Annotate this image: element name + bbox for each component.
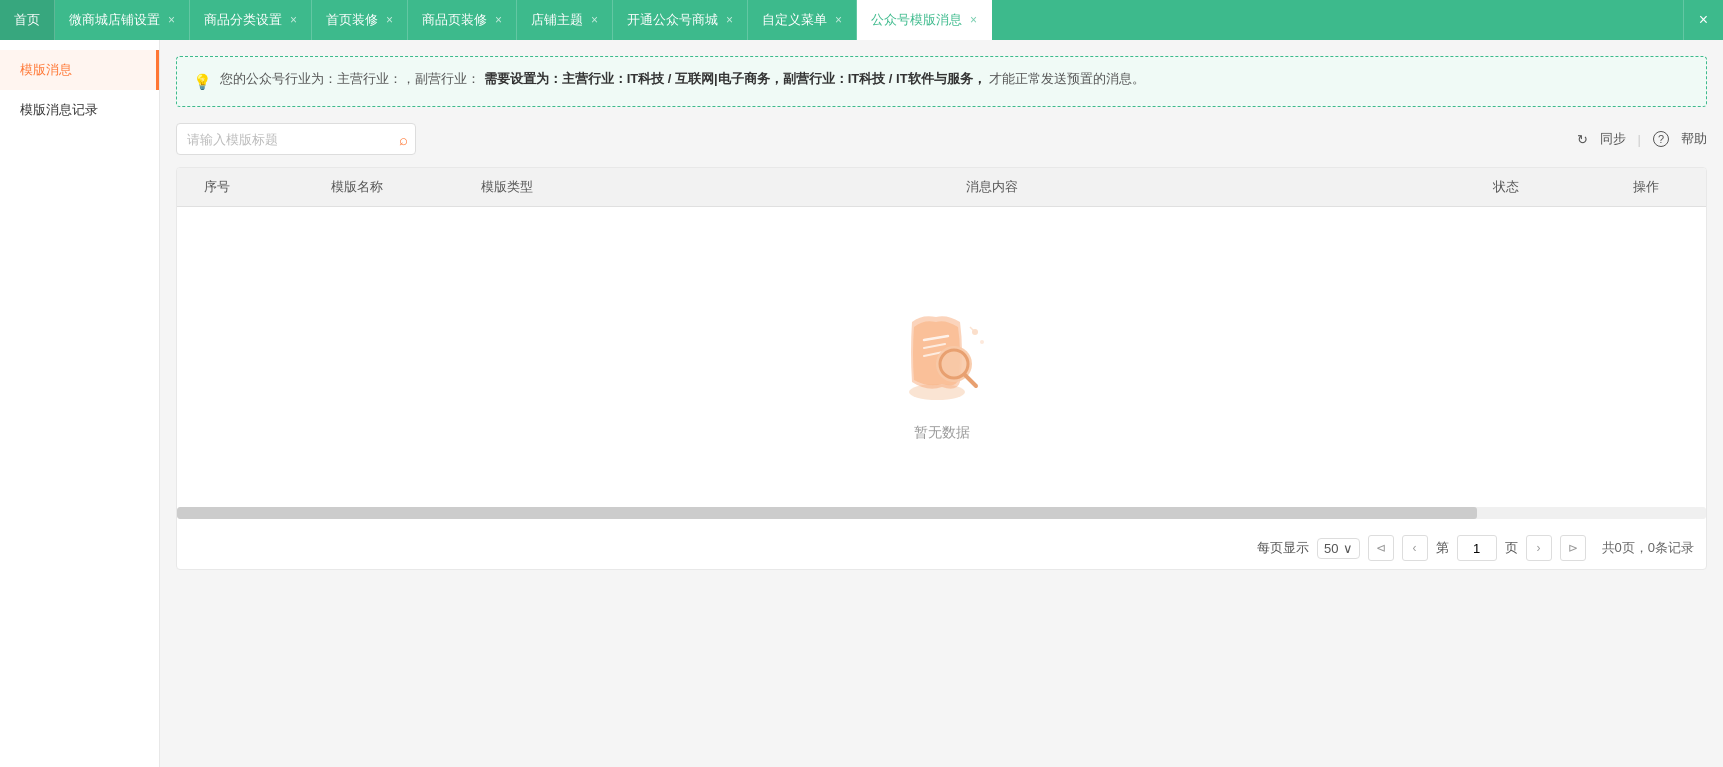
col-header-action: 操作 bbox=[1586, 168, 1706, 206]
table-body-empty: 暂无数据 bbox=[177, 207, 1706, 507]
page-di-label: 第 bbox=[1436, 539, 1449, 557]
close-all-button[interactable]: × bbox=[1683, 0, 1723, 40]
page-number-input[interactable] bbox=[1457, 535, 1497, 561]
help-icon: ? bbox=[1653, 131, 1669, 147]
search-input[interactable] bbox=[176, 123, 416, 155]
page-size-select[interactable]: 50 ∨ bbox=[1317, 538, 1359, 559]
chevron-down-icon: ∨ bbox=[1343, 541, 1353, 556]
nav-tab-store-settings[interactable]: 微商城店铺设置 × bbox=[55, 0, 190, 40]
close-icon[interactable]: × bbox=[495, 13, 502, 27]
nav-tab-menu[interactable]: 自定义菜单 × bbox=[748, 0, 857, 40]
pagination: 每页显示 50 ∨ ⊲ ‹ 第 页 › ⊳ 共0页，0条记录 bbox=[177, 527, 1706, 569]
close-icon[interactable]: × bbox=[386, 13, 393, 27]
nav-tab-theme[interactable]: 店铺主题 × bbox=[517, 0, 613, 40]
sidebar-item-template-msg[interactable]: 模版消息 bbox=[0, 50, 159, 90]
col-header-name: 模版名称 bbox=[257, 168, 457, 206]
notice-box: 💡 您的公众号行业为：主营行业：，副营行业： 需要设置为：主营行业：IT科技 /… bbox=[176, 56, 1707, 107]
col-header-content: 消息内容 bbox=[557, 168, 1426, 206]
notice-icon: 💡 bbox=[193, 70, 212, 94]
nav-tab-home[interactable]: 首页 bbox=[0, 0, 55, 40]
col-header-type: 模版类型 bbox=[457, 168, 557, 206]
close-icon[interactable]: × bbox=[835, 13, 842, 27]
nav-tab-product-decor[interactable]: 商品页装修 × bbox=[408, 0, 517, 40]
search-actions: ↻ 同步 | ? 帮助 bbox=[1577, 130, 1707, 148]
search-bar: ⌕ ↻ 同步 | ? 帮助 bbox=[176, 123, 1707, 155]
search-input-wrap: ⌕ bbox=[176, 123, 416, 155]
nav-tab-home-decor[interactable]: 首页装修 × bbox=[312, 0, 408, 40]
empty-illustration bbox=[882, 292, 1002, 412]
first-page-button[interactable]: ⊲ bbox=[1368, 535, 1394, 561]
close-icon[interactable]: × bbox=[168, 13, 175, 27]
sync-button[interactable]: 同步 bbox=[1600, 130, 1626, 148]
notice-text: 您的公众号行业为：主营行业：，副营行业： 需要设置为：主营行业：IT科技 / 互… bbox=[220, 69, 1145, 90]
nav-tab-mall[interactable]: 开通公众号商城 × bbox=[613, 0, 748, 40]
close-icon[interactable]: × bbox=[726, 13, 733, 27]
last-page-button[interactable]: ⊳ bbox=[1560, 535, 1586, 561]
page-label: 页 bbox=[1505, 539, 1518, 557]
nav-tab-template-msg[interactable]: 公众号模版消息 × bbox=[857, 0, 992, 40]
table-header: 序号 模版名称 模版类型 消息内容 状态 操作 bbox=[177, 168, 1706, 207]
col-header-seq: 序号 bbox=[177, 168, 257, 206]
scrollbar-thumb[interactable] bbox=[177, 507, 1477, 519]
horizontal-scrollbar[interactable] bbox=[177, 507, 1706, 519]
total-info: 共0页，0条记录 bbox=[1602, 539, 1694, 557]
col-header-status: 状态 bbox=[1426, 168, 1586, 206]
nav-tab-category[interactable]: 商品分类设置 × bbox=[190, 0, 312, 40]
close-icon[interactable]: × bbox=[970, 13, 977, 27]
svg-line-9 bbox=[970, 327, 973, 330]
sidebar: 模版消息 模版消息记录 bbox=[0, 40, 160, 767]
data-table: 序号 模版名称 模版类型 消息内容 状态 操作 bbox=[176, 167, 1707, 570]
next-page-button[interactable]: › bbox=[1526, 535, 1552, 561]
top-nav: 首页 微商城店铺设置 × 商品分类设置 × 首页装修 × 商品页装修 × 店铺主… bbox=[0, 0, 1723, 40]
help-button[interactable]: 帮助 bbox=[1681, 130, 1707, 148]
main-layout: 模版消息 模版消息记录 💡 您的公众号行业为：主营行业：，副营行业： 需要设置为… bbox=[0, 40, 1723, 767]
close-icon[interactable]: × bbox=[591, 13, 598, 27]
svg-point-8 bbox=[980, 340, 984, 344]
search-icon[interactable]: ⌕ bbox=[399, 131, 408, 148]
empty-text: 暂无数据 bbox=[914, 424, 970, 442]
close-icon[interactable]: × bbox=[290, 13, 297, 27]
content-area: 💡 您的公众号行业为：主营行业：，副营行业： 需要设置为：主营行业：IT科技 /… bbox=[160, 40, 1723, 767]
svg-line-6 bbox=[965, 375, 976, 386]
prev-page-button[interactable]: ‹ bbox=[1402, 535, 1428, 561]
sync-icon: ↻ bbox=[1577, 132, 1588, 147]
page-size-label: 每页显示 bbox=[1257, 539, 1309, 557]
sidebar-item-template-record[interactable]: 模版消息记录 bbox=[0, 90, 159, 130]
